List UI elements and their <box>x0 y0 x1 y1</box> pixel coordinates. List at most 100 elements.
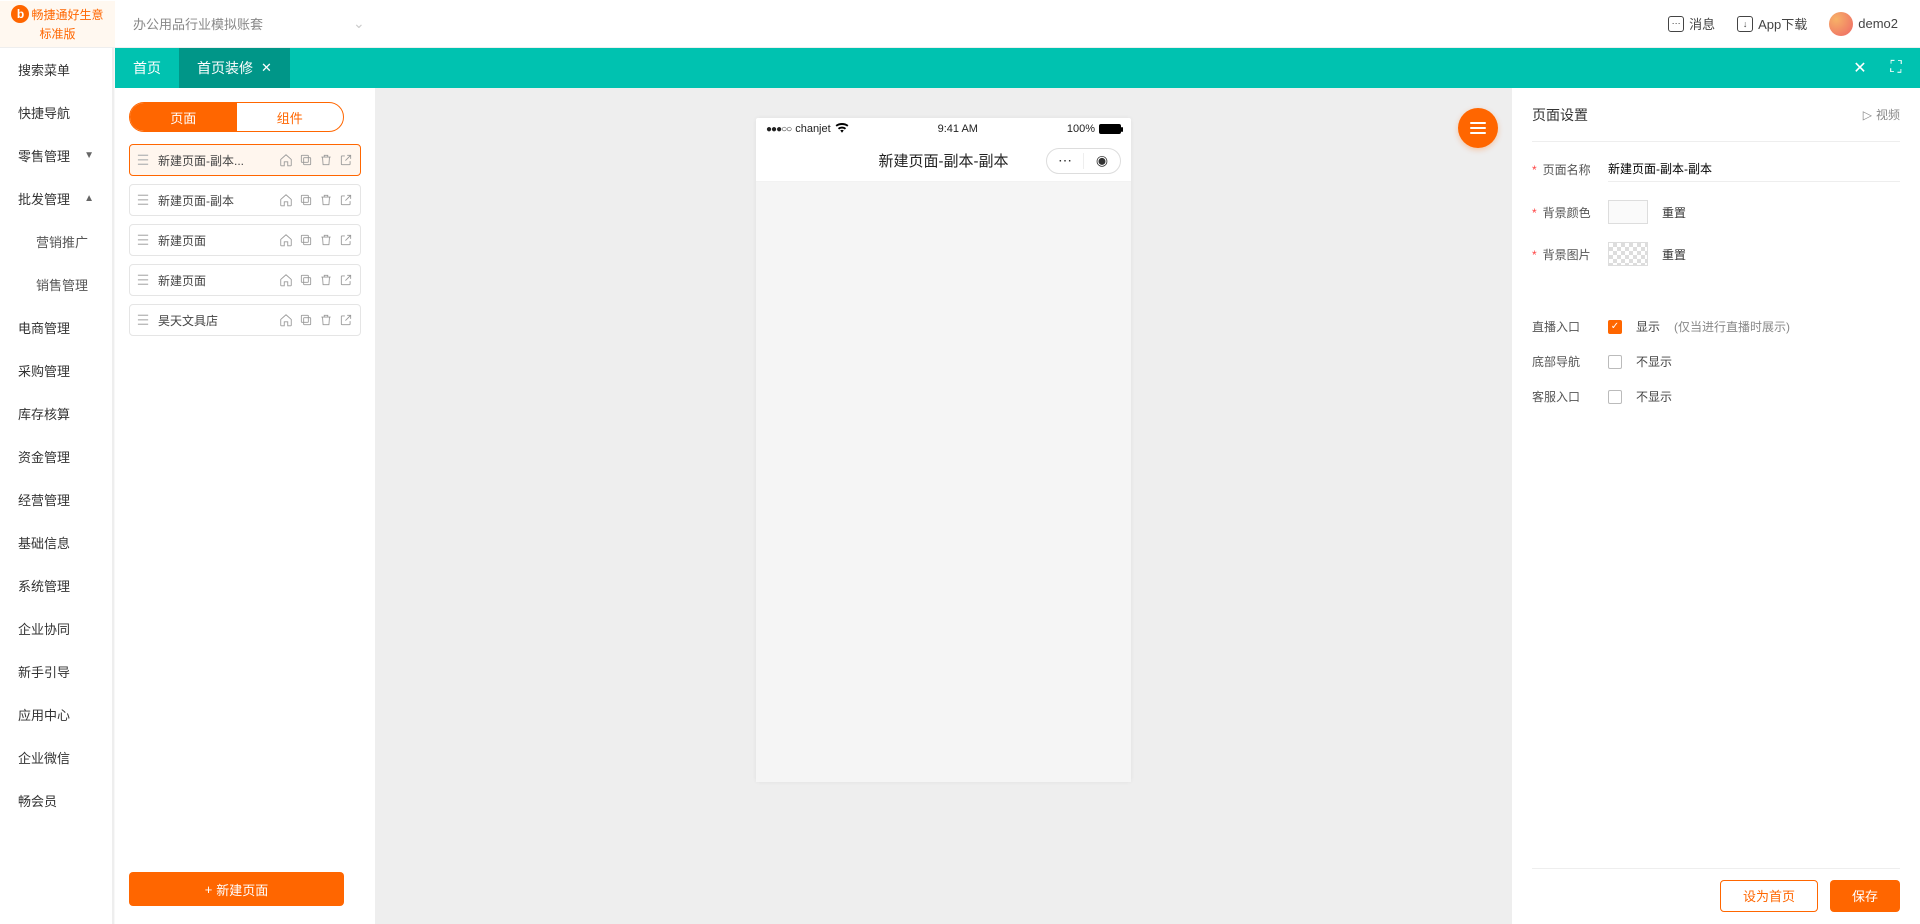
page-tree-panel: 页面 组件 ☰ 新建页面-副本... <box>115 88 375 924</box>
sidebar-item-guide[interactable]: 新手引导 <box>0 650 112 693</box>
copy-icon[interactable] <box>298 192 314 208</box>
capsule-close-icon[interactable]: ◉ <box>1084 152 1120 169</box>
page-row[interactable]: ☰ 昊天文具店 <box>129 304 361 336</box>
sidebar-item-funds[interactable]: 资金管理 <box>0 435 112 478</box>
copy-icon[interactable] <box>298 272 314 288</box>
sidebar-item-corp[interactable]: 企业协同 <box>0 607 112 650</box>
sidebar-item-appcenter[interactable]: 应用中心 <box>0 693 112 736</box>
chevron-down-icon: ⌄ <box>353 15 365 32</box>
label-page-name: 页面名称 <box>1543 163 1591 177</box>
share-icon[interactable] <box>338 192 354 208</box>
video-help-link[interactable]: ▷ 视频 <box>1863 106 1900 123</box>
page-row[interactable]: ☰ 新建页面-副本 <box>129 184 361 216</box>
home-icon[interactable] <box>278 152 294 168</box>
drag-icon[interactable]: ☰ <box>134 232 152 249</box>
share-icon[interactable] <box>338 272 354 288</box>
sidebar-item-search[interactable]: 搜索菜单 <box>0 48 112 91</box>
bg-image-swatch[interactable] <box>1608 242 1648 266</box>
set-home-button[interactable]: 设为首页 <box>1720 880 1818 912</box>
app-download-button[interactable]: ↓ App下载 <box>1737 14 1807 33</box>
home-icon[interactable] <box>278 192 294 208</box>
service-checkbox-label: 不显示 <box>1636 388 1672 405</box>
avatar <box>1829 12 1853 36</box>
sidebar-item-member[interactable]: 畅会员 <box>0 779 112 822</box>
bg-color-swatch[interactable] <box>1608 200 1648 224</box>
close-tab-icon[interactable]: ✕ <box>261 60 272 76</box>
page-name: 新建页面 <box>158 232 272 249</box>
top-bar: b 畅捷通好生意 标准版 办公用品行业模拟账套 ⌄ ⋯ 消息 ↓ App下载 d… <box>0 0 1920 48</box>
tab-bar: 首页 首页装修 ✕ ✕ ⛶ <box>115 48 1920 88</box>
home-icon[interactable] <box>278 312 294 328</box>
sidebar-item-purchase[interactable]: 采购管理 <box>0 349 112 392</box>
share-icon[interactable] <box>338 232 354 248</box>
logo-brand: 畅捷通好生意 <box>31 6 103 23</box>
fullscreen-button[interactable]: ⛶ <box>1882 54 1910 82</box>
page-row[interactable]: ☰ 新建页面 <box>129 264 361 296</box>
account-selector[interactable]: 办公用品行业模拟账套 ⌄ <box>115 14 383 33</box>
segment-component[interactable]: 组件 <box>237 103 344 131</box>
sidebar-item-system[interactable]: 系统管理 <box>0 564 112 607</box>
home-icon[interactable] <box>278 232 294 248</box>
tab-decorate[interactable]: 首页装修 ✕ <box>179 48 290 88</box>
page-name-input[interactable] <box>1608 156 1900 182</box>
sidebar-item-wholesale[interactable]: 批发管理▲ <box>0 177 112 220</box>
drag-icon[interactable]: ☰ <box>134 152 152 169</box>
sidebar-item-wechat[interactable]: 企业微信 <box>0 736 112 779</box>
account-selector-label: 办公用品行业模拟账套 <box>133 14 263 33</box>
share-icon[interactable] <box>338 152 354 168</box>
signal-icon: ●●●○○ <box>766 124 791 135</box>
bg-image-reset[interactable]: 重置 <box>1662 246 1686 263</box>
capsule-more-icon[interactable]: ⋯ <box>1047 152 1083 169</box>
bottom-nav-checkbox[interactable] <box>1608 355 1622 369</box>
delete-icon[interactable] <box>318 232 334 248</box>
drag-icon[interactable]: ☰ <box>134 272 152 289</box>
sidebar-item-retail[interactable]: 零售管理▼ <box>0 134 112 177</box>
hamburger-icon <box>1470 122 1486 134</box>
page-name: 昊天文具店 <box>158 312 272 329</box>
sidebar-item-quicknav[interactable]: 快捷导航 <box>0 91 112 134</box>
copy-icon[interactable] <box>298 312 314 328</box>
phone-status-bar: ●●●○○ chanjet 9:41 AM 100% <box>756 118 1131 140</box>
sidebar-item-biz[interactable]: 经营管理 <box>0 478 112 521</box>
copy-icon[interactable] <box>298 152 314 168</box>
download-icon: ↓ <box>1737 16 1753 32</box>
page-row[interactable]: ☰ 新建页面-副本... <box>129 144 361 176</box>
tab-home[interactable]: 首页 <box>115 48 179 88</box>
sidebar-item-inventory[interactable]: 库存核算 <box>0 392 112 435</box>
component-drawer-button[interactable] <box>1458 108 1498 148</box>
service-checkbox[interactable] <box>1608 390 1622 404</box>
logo[interactable]: b 畅捷通好生意 标准版 <box>0 1 115 47</box>
messages-label: 消息 <box>1689 14 1715 33</box>
sidebar-item-sales[interactable]: 销售管理 <box>0 263 112 306</box>
drag-icon[interactable]: ☰ <box>134 312 152 329</box>
delete-icon[interactable] <box>318 312 334 328</box>
tabbar-close-button[interactable]: ✕ <box>1846 54 1874 82</box>
canvas: ●●●○○ chanjet 9:41 AM 100% <box>375 88 1512 924</box>
drag-icon[interactable]: ☰ <box>134 192 152 209</box>
label-bottom-nav: 底部导航 <box>1532 355 1580 369</box>
live-checkbox[interactable]: ✓ <box>1608 320 1622 334</box>
home-icon[interactable] <box>278 272 294 288</box>
delete-icon[interactable] <box>318 192 334 208</box>
sidebar-item-marketing[interactable]: 营销推广 <box>0 220 112 263</box>
user-menu[interactable]: demo2 <box>1829 12 1898 36</box>
label-service-entry: 客服入口 <box>1532 390 1580 404</box>
save-button[interactable]: 保存 <box>1830 880 1900 912</box>
sidebar-item-basic[interactable]: 基础信息 <box>0 521 112 564</box>
segment-page[interactable]: 页面 <box>130 103 237 131</box>
delete-icon[interactable] <box>318 272 334 288</box>
app-download-label: App下载 <box>1758 14 1807 33</box>
topbar-right: ⋯ 消息 ↓ App下载 demo2 <box>1668 12 1920 36</box>
page-row[interactable]: ☰ 新建页面 <box>129 224 361 256</box>
carrier-label: chanjet <box>795 123 830 135</box>
settings-footer: 设为首页 保存 <box>1532 868 1900 924</box>
bg-color-reset[interactable]: 重置 <box>1662 204 1686 221</box>
delete-icon[interactable] <box>318 152 334 168</box>
phone-body[interactable] <box>756 182 1131 782</box>
copy-icon[interactable] <box>298 232 314 248</box>
messages-button[interactable]: ⋯ 消息 <box>1668 14 1715 33</box>
share-icon[interactable] <box>338 312 354 328</box>
new-page-button[interactable]: + 新建页面 <box>129 872 344 906</box>
sidebar-item-ecom[interactable]: 电商管理 <box>0 306 112 349</box>
segment-control: 页面 组件 <box>129 102 344 132</box>
